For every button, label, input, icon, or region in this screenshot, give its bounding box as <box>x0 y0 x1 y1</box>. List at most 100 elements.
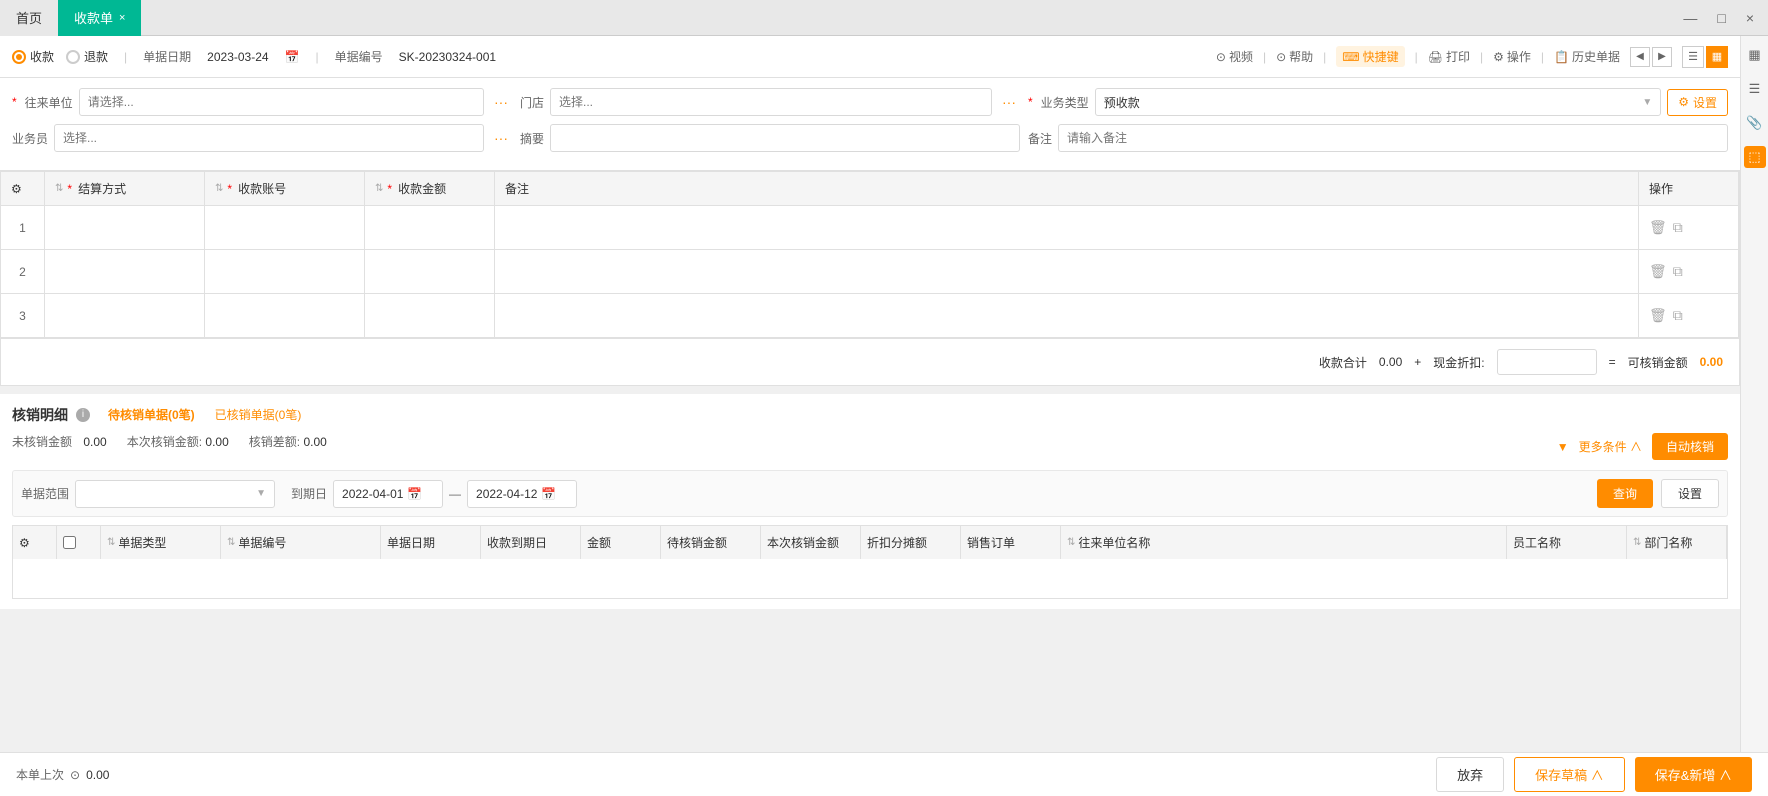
remark-cell-1[interactable] <box>495 206 1639 249</box>
btm-settings-col[interactable]: ⚙ <box>13 526 57 559</box>
grid-view-btn[interactable]: ▦ <box>1706 46 1728 68</box>
per-session-info-icon[interactable]: ⊙ <box>70 768 80 782</box>
query-btn[interactable]: 查询 <box>1597 479 1653 508</box>
footer: 本单上次 ⊙ 0.00 放弃 保存草稿 ∧ 保存&新增 ∧ <box>0 752 1768 796</box>
remark-field: 备注 <box>1028 124 1728 152</box>
verify-stats: 未核销金额 0.00 本次核销金额: 0.00 核销差额: 0.00 ▼ 更多条… <box>12 433 1728 460</box>
table-row: 3 🗑 ⧉ <box>1 294 1739 338</box>
tab-receipt[interactable]: 收款单 × <box>58 0 141 36</box>
refund-radio[interactable]: 退款 <box>66 48 108 65</box>
settlement-cell-1[interactable] <box>45 206 205 249</box>
range-chevron-icon: ▼ <box>256 488 266 499</box>
date-from-input[interactable]: 2022-04-01 📅 <box>333 480 443 508</box>
account-cell-3[interactable] <box>205 294 365 337</box>
pending-tab[interactable]: 待核销单据(0笔) <box>98 404 205 425</box>
range-select[interactable]: ▼ <box>75 480 275 508</box>
settings-button[interactable]: ⚙ 设置 <box>1667 89 1728 116</box>
sidebar-attach-icon[interactable]: 📎 <box>1744 112 1766 134</box>
receipt-radio-dot <box>12 50 26 64</box>
shortcut-btn[interactable]: ⌨ 快捷键 <box>1336 46 1404 67</box>
auto-verify-btn[interactable]: 自动核销 <box>1652 433 1728 460</box>
available-value: 0.00 <box>1700 355 1723 369</box>
account-cell-2[interactable] <box>205 250 365 293</box>
delete-icon-3[interactable]: 🗑 <box>1649 307 1667 324</box>
select-all-checkbox[interactable] <box>63 536 76 549</box>
amount-cell-1[interactable] <box>365 206 495 249</box>
ops-icon: ⚙ <box>1493 50 1504 64</box>
summary-field: 摘要 <box>520 124 1020 152</box>
done-tab[interactable]: 已核销单据(0笔) <box>205 404 312 425</box>
settlement-cell-3[interactable] <box>45 294 205 337</box>
sort-icon: ⇅ <box>375 183 383 194</box>
print-btn[interactable]: 🖨 打印 <box>1428 48 1470 65</box>
sort-icon: ⇅ <box>1633 537 1641 548</box>
date-to-input[interactable]: 2022-04-12 📅 <box>467 480 577 508</box>
diff-label: 核销差额: <box>249 435 300 449</box>
verify-info-icon[interactable]: i <box>76 408 90 422</box>
form-row-2: 业务员 ··· 摘要 备注 <box>12 124 1728 152</box>
sort-icon: ⇅ <box>227 537 235 548</box>
video-btn[interactable]: ⊙ 视频 <box>1216 48 1253 65</box>
amount-cell-2[interactable] <box>365 250 495 293</box>
remark-cell-3[interactable] <box>495 294 1639 337</box>
btm-duedate-col: 收款到期日 <box>481 526 581 559</box>
business-type-field: * 业务类型 预收款 ▼ ⚙ 设置 <box>1028 88 1728 116</box>
tab-close-icon[interactable]: × <box>119 12 125 24</box>
maximize-btn[interactable]: □ <box>1711 8 1731 28</box>
btm-number-col: ⇅ 单据编号 <box>221 526 381 559</box>
abandon-btn[interactable]: 放弃 <box>1436 757 1504 792</box>
action-header: 操作 <box>1639 172 1739 205</box>
remark-cell-2[interactable] <box>495 250 1639 293</box>
copy-icon-2[interactable]: ⧉ <box>1673 263 1683 280</box>
btm-dept-col: ⇅ 部门名称 <box>1627 526 1727 559</box>
save-btn[interactable]: 保存&新增 ∧ <box>1635 757 1752 792</box>
amount-cell-3[interactable] <box>365 294 495 337</box>
store-more-icon[interactable]: ··· <box>998 94 1020 110</box>
close-btn[interactable]: × <box>1740 8 1760 28</box>
staff-field: 业务员 ··· <box>12 124 512 152</box>
btm-checkbox-col[interactable] <box>57 526 101 559</box>
more-conditions-btn[interactable]: 更多条件 ∧ <box>1579 438 1642 455</box>
store-input[interactable] <box>550 88 992 116</box>
delete-icon-2[interactable]: 🗑 <box>1649 263 1667 280</box>
staff-more-icon[interactable]: ··· <box>490 130 512 146</box>
list-view-btn[interactable]: ☰ <box>1682 46 1704 68</box>
counterpart-input[interactable] <box>79 88 484 116</box>
help-btn[interactable]: ⊙ 帮助 <box>1276 48 1313 65</box>
footer-buttons: 放弃 保存草稿 ∧ 保存&新增 ∧ <box>1436 757 1752 792</box>
discount-input[interactable] <box>1497 349 1597 375</box>
nav-next[interactable]: ▶ <box>1652 47 1672 67</box>
history-btn[interactable]: 📋 历史单据 <box>1554 48 1620 65</box>
settlement-cell-2[interactable] <box>45 250 205 293</box>
counterpart-more-icon[interactable]: ··· <box>490 94 512 110</box>
store-field: 门店 ··· <box>520 88 1020 116</box>
delete-icon-1[interactable]: 🗑 <box>1649 219 1667 236</box>
business-type-select[interactable]: 预收款 ▼ <box>1095 88 1662 116</box>
staff-input[interactable] <box>54 124 484 152</box>
sidebar-list-icon[interactable]: ☰ <box>1744 78 1766 100</box>
receipt-radio[interactable]: 收款 <box>12 48 54 65</box>
nav-prev[interactable]: ◀ <box>1630 47 1650 67</box>
number-label: 单据编号 <box>335 48 383 65</box>
total-value: 0.00 <box>1379 355 1402 369</box>
tab-home[interactable]: 首页 <box>0 0 58 36</box>
settings-header[interactable]: ⚙ <box>1 172 45 205</box>
remark-input[interactable] <box>1058 124 1728 152</box>
operations-btn[interactable]: ⚙ 操作 <box>1493 48 1531 65</box>
btm-pending-col: 待核销金额 <box>661 526 761 559</box>
store-label: 门店 <box>520 94 544 111</box>
sidebar-table-icon[interactable]: ▦ <box>1744 44 1766 66</box>
copy-icon-1[interactable]: ⧉ <box>1673 219 1683 236</box>
bottom-table-header: ⚙ ⇅ 单据类型 ⇅ 单据编号 单据日期 收款到期日 金额 <box>12 525 1728 559</box>
equals-sign: = <box>1609 355 1616 369</box>
draft-btn[interactable]: 保存草稿 ∧ <box>1514 757 1625 792</box>
verification-section: 核销明细 i 待核销单据(0笔) 已核销单据(0笔) 未核销金额 0.00 本次… <box>0 394 1740 609</box>
sidebar-expand-icon[interactable]: ⬚ <box>1744 146 1766 168</box>
table-settings-btn[interactable]: 设置 <box>1661 479 1719 508</box>
summary-input[interactable] <box>550 124 1020 152</box>
range-field: 单据范围 ▼ <box>21 480 275 508</box>
account-cell-1[interactable] <box>205 206 365 249</box>
minimize-btn[interactable]: — <box>1677 8 1703 28</box>
calendar-icon[interactable]: 📅 <box>285 50 300 64</box>
copy-icon-3[interactable]: ⧉ <box>1673 307 1683 324</box>
